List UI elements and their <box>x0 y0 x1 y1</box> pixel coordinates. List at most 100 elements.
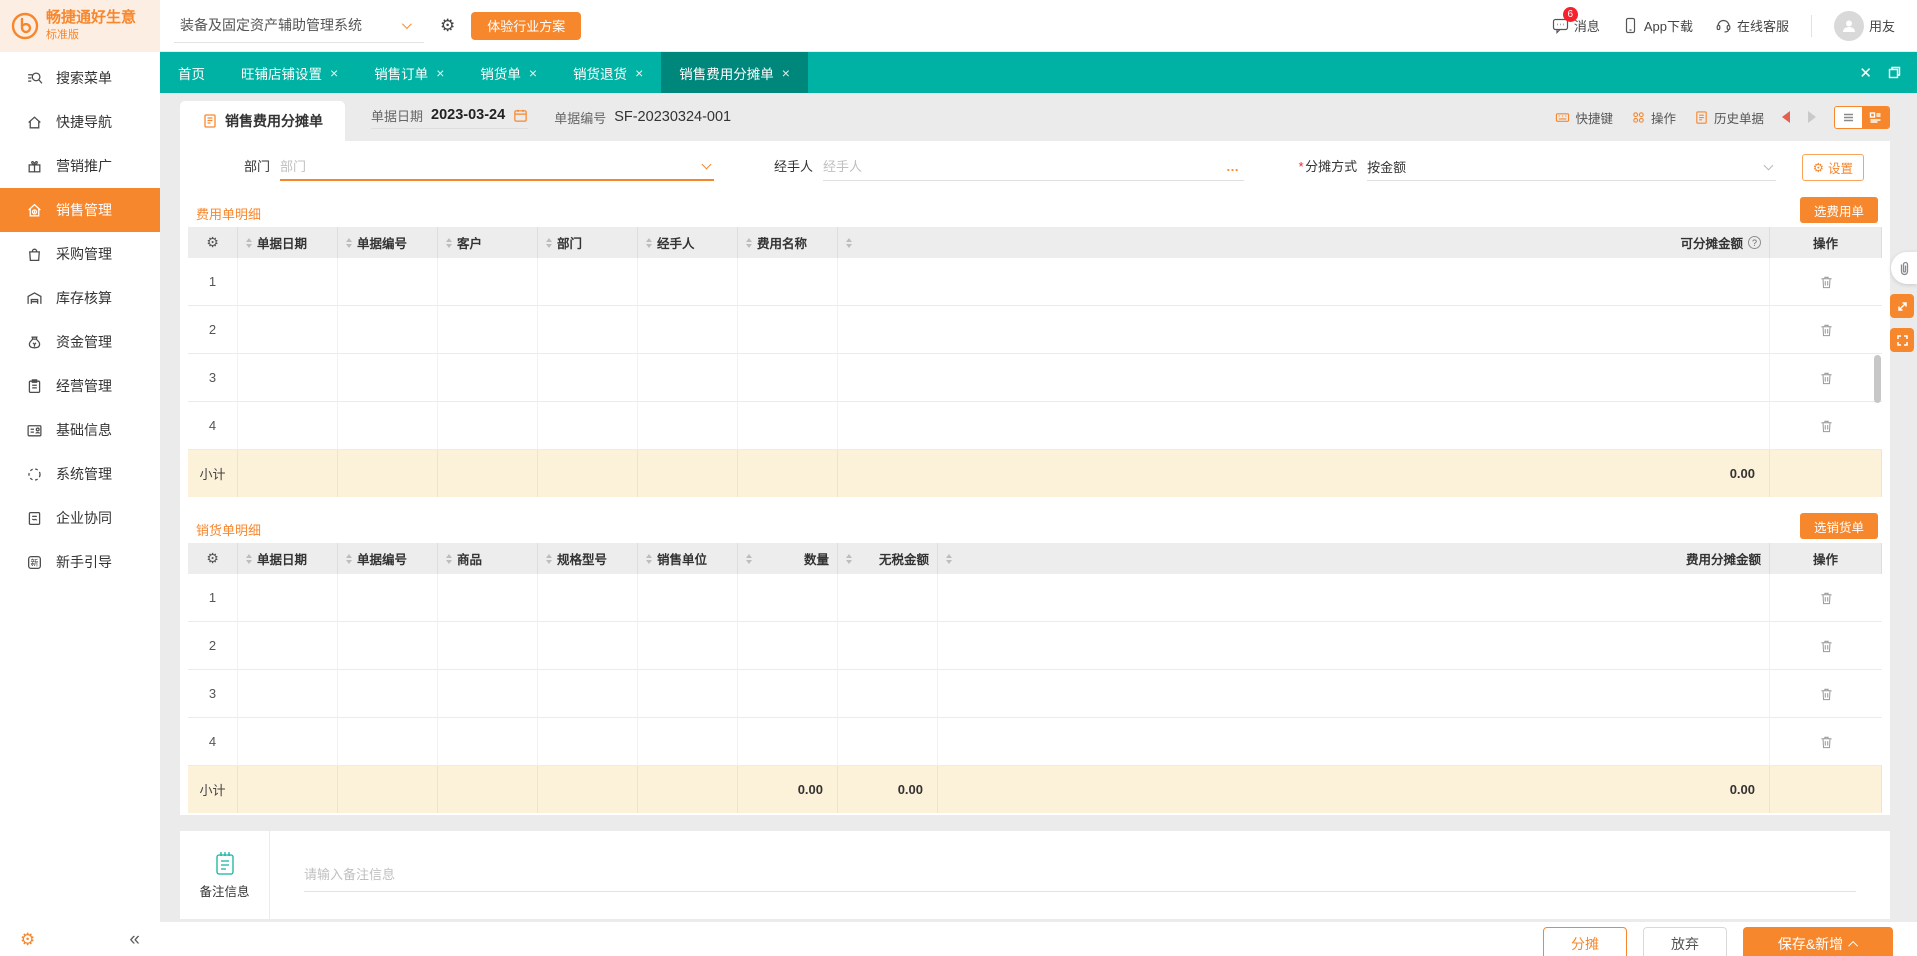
list-view-button[interactable] <box>1835 106 1862 128</box>
remark-input[interactable] <box>304 867 1856 882</box>
col-header[interactable]: 费用名称 <box>738 227 838 258</box>
column-config-gear-icon[interactable]: ⚙ <box>188 227 238 258</box>
allocation-method-select[interactable]: 按金额 <box>1367 153 1776 181</box>
app-download-button[interactable]: App下载 <box>1622 16 1693 35</box>
discard-button[interactable]: 放弃 <box>1643 927 1727 956</box>
restore-window-icon[interactable] <box>1888 66 1901 79</box>
user-menu[interactable]: 用友 <box>1833 10 1895 41</box>
handler-select[interactable]: … <box>823 153 1244 181</box>
col-header[interactable]: 客户 <box>438 227 538 258</box>
phone-icon <box>1625 17 1635 34</box>
previous-doc-arrow[interactable] <box>1782 111 1790 123</box>
tab-sales-invoice[interactable]: 销货单 × <box>462 52 555 93</box>
col-header-qty[interactable]: 数量 <box>738 543 838 574</box>
tab-close-icon[interactable]: × <box>635 65 643 81</box>
chevron-down-icon[interactable] <box>701 159 712 170</box>
tab-home[interactable]: 首页 <box>160 52 223 93</box>
shortcut-keys-button[interactable]: 快捷键 <box>1555 108 1613 127</box>
select-sales-doc-button[interactable]: 选销货单 <box>1799 513 1878 539</box>
more-options-icon[interactable]: … <box>1226 159 1240 174</box>
col-header[interactable]: 单据编号 <box>338 543 438 574</box>
calendar-icon[interactable] <box>513 108 528 123</box>
delete-row-icon[interactable] <box>1819 686 1834 702</box>
col-header-taxfree[interactable]: 无税金额 <box>838 543 938 574</box>
col-header-amount[interactable]: 费用分摊金额 <box>938 543 1770 574</box>
delete-row-icon[interactable] <box>1819 418 1834 434</box>
column-config-gear-icon[interactable]: ⚙ <box>188 543 238 574</box>
department-select[interactable] <box>280 153 714 181</box>
sidebar-item-sales[interactable]: 销售管理 <box>0 188 160 232</box>
sidebar-item-marketing[interactable]: 营销推广 <box>0 144 160 188</box>
sidebar-item-purchase[interactable]: 采购管理 <box>0 232 160 276</box>
inventory-icon <box>27 291 42 304</box>
document-icon <box>204 114 216 128</box>
fullscreen-button[interactable] <box>1890 328 1914 352</box>
tab-close-icon[interactable]: × <box>330 65 338 81</box>
col-header[interactable]: 销售单位 <box>638 543 738 574</box>
online-service-button[interactable]: 在线客服 <box>1715 16 1789 35</box>
col-header[interactable]: 部门 <box>538 227 638 258</box>
department-input[interactable] <box>280 158 703 174</box>
delete-row-icon[interactable] <box>1819 638 1834 654</box>
tab-expense-allocation[interactable]: 销售费用分摊单 × <box>661 52 808 93</box>
save-and-new-button[interactable]: 保存&新增 <box>1743 927 1893 956</box>
settings-gear-icon[interactable]: ⚙ <box>440 16 455 36</box>
remark-field[interactable] <box>304 858 1856 892</box>
tab-sales-return[interactable]: 销货退货 × <box>555 52 661 93</box>
sidebar-item-quick-nav[interactable]: 快捷导航 <box>0 100 160 144</box>
col-header[interactable]: 单据编号 <box>338 227 438 258</box>
sidebar-item-funds[interactable]: 资金管理 <box>0 320 160 364</box>
attachment-button[interactable] <box>1891 252 1917 284</box>
delete-row-icon[interactable] <box>1819 370 1834 386</box>
doc-date-field[interactable]: 单据日期 2023-03-24 <box>371 106 529 129</box>
fullscreen-icon <box>1896 334 1908 346</box>
handler-input[interactable] <box>823 159 1222 174</box>
sidebar-item-system[interactable]: 系统管理 <box>0 452 160 496</box>
tab-close-icon[interactable]: × <box>436 65 444 81</box>
tab-close-icon[interactable]: × <box>782 65 790 81</box>
collapse-sidebar-icon[interactable]: « <box>129 930 140 949</box>
settings-button[interactable]: ⚙ 设置 <box>1801 153 1864 181</box>
expand-panel-button[interactable] <box>1890 294 1914 318</box>
col-header[interactable]: 规格型号 <box>538 543 638 574</box>
col-header[interactable]: 经手人 <box>638 227 738 258</box>
select-expense-doc-button[interactable]: 选费用单 <box>1799 197 1878 223</box>
close-all-tabs-icon[interactable]: ✕ <box>1859 64 1872 82</box>
sidebar-item-search-menu[interactable]: 搜索菜单 <box>0 56 160 100</box>
tab-close-icon[interactable]: × <box>529 65 537 81</box>
messages-button[interactable]: 6 消息 <box>1552 7 1600 35</box>
allocate-button[interactable]: 分摊 <box>1543 927 1627 956</box>
footer-action-bar: 分摊 放弃 保存&新增 <box>160 922 1917 956</box>
notebook-icon <box>215 852 234 875</box>
form-view-button[interactable] <box>1862 106 1889 128</box>
sidebar-item-guide[interactable]: 新 新手引导 <box>0 540 160 584</box>
chevron-down-icon[interactable] <box>1763 160 1774 170</box>
col-header[interactable]: 单据日期 <box>238 227 338 258</box>
delete-row-icon[interactable] <box>1819 274 1834 290</box>
col-header[interactable]: 商品 <box>438 543 538 574</box>
sidebar-settings-gear-icon[interactable]: ⚙ <box>20 930 35 950</box>
history-docs-button[interactable]: 历史单据 <box>1694 108 1764 127</box>
tab-sales-order[interactable]: 销售订单 × <box>356 52 462 93</box>
tab-shop-settings[interactable]: 旺铺店铺设置 × <box>223 52 356 93</box>
col-header-amount[interactable]: 可分摊金额 <box>838 227 1770 258</box>
sidebar-item-operations[interactable]: 经营管理 <box>0 364 160 408</box>
sidebar-item-base-info[interactable]: 基础信息 <box>0 408 160 452</box>
sales-section-title: 销货单明细 <box>196 523 262 538</box>
vertical-scrollbar-thumb[interactable] <box>1874 355 1881 403</box>
next-doc-arrow[interactable] <box>1808 111 1816 123</box>
delete-row-icon[interactable] <box>1819 590 1834 606</box>
col-header[interactable]: 单据日期 <box>238 543 338 574</box>
system-selector[interactable]: 装备及固定资产辅助管理系统 <box>174 9 424 43</box>
keyboard-icon <box>1556 112 1570 122</box>
document-body-panel: 部门 经手人 … <box>180 141 1890 815</box>
delete-row-icon[interactable] <box>1819 322 1834 338</box>
trial-solution-button[interactable]: 体验行业方案 <box>471 11 582 40</box>
delete-row-icon[interactable] <box>1819 734 1834 750</box>
sidebar-item-inventory[interactable]: 库存核算 <box>0 276 160 320</box>
info-icon[interactable] <box>1748 236 1761 249</box>
document-tab-bar: 首页 旺铺店铺设置 × 销售订单 × 销货单 × 销货退货 × 销售费用分摊单 × ✕ <box>160 52 1917 93</box>
sidebar-item-collaboration[interactable]: 企业协同 <box>0 496 160 540</box>
operations-menu-button[interactable]: 操作 <box>1631 108 1676 127</box>
svg-text:新: 新 <box>31 557 39 567</box>
